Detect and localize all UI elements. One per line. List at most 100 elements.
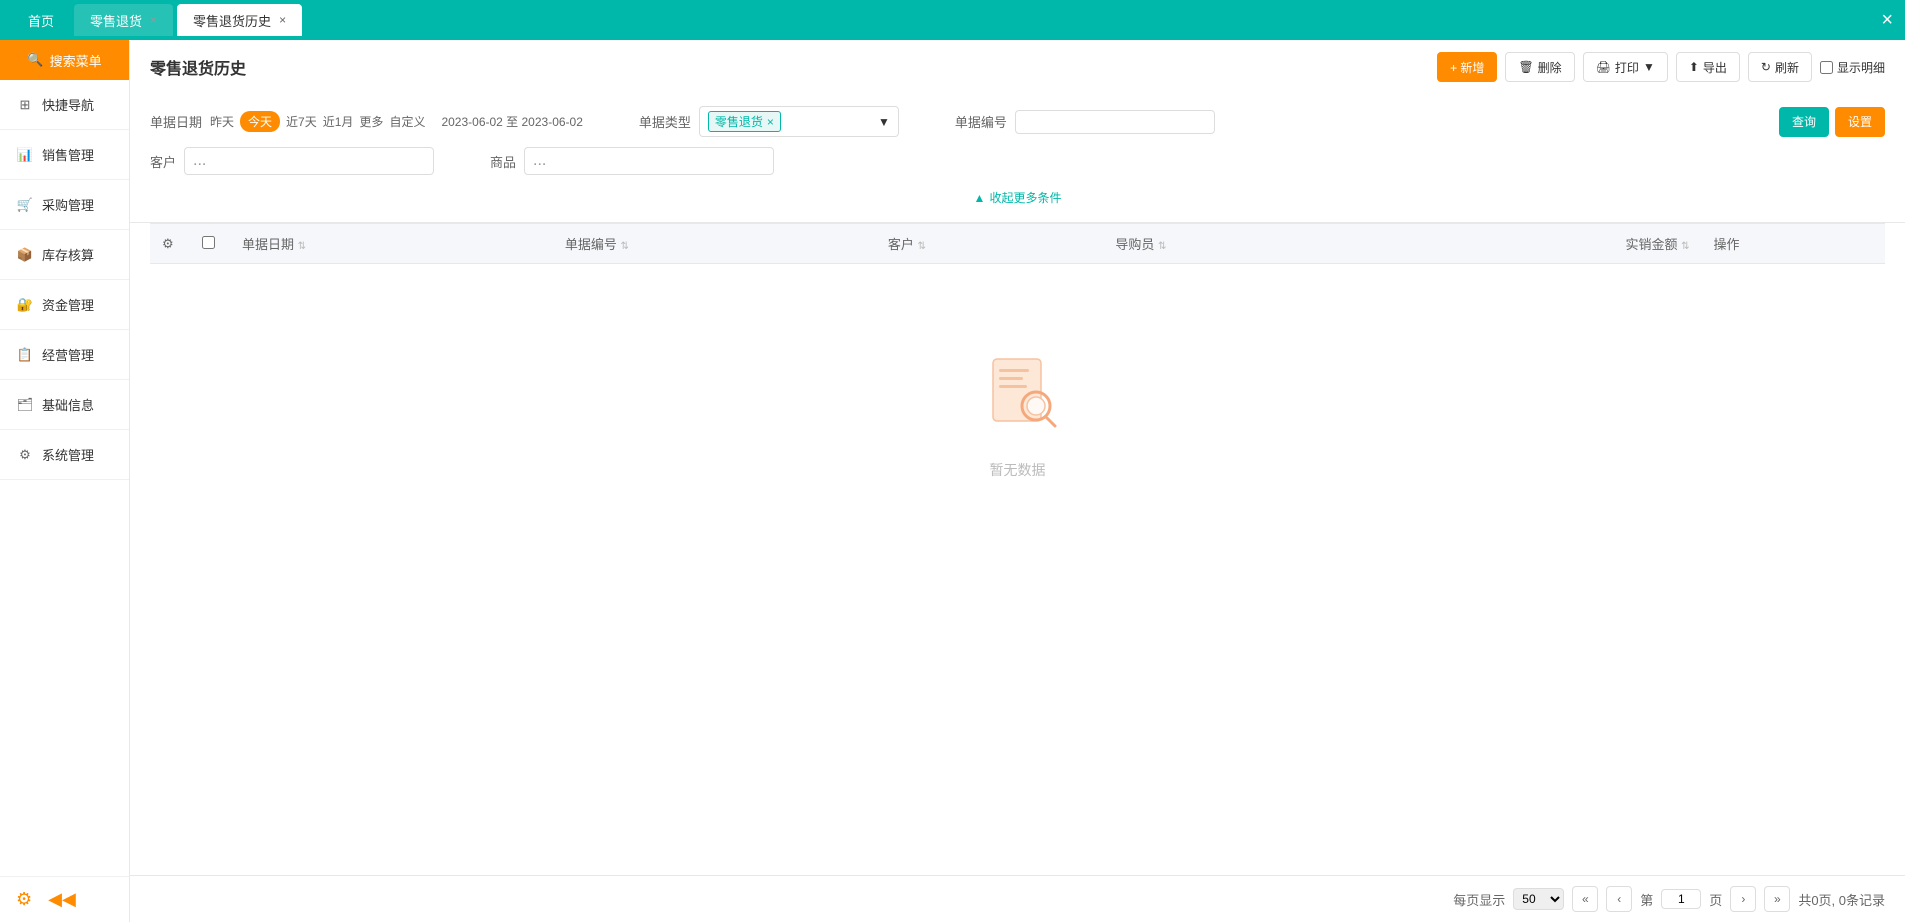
date-filter-label: 单据日期 [150, 112, 202, 131]
collapse-icon: ▲ [974, 191, 986, 205]
sidebar-item-purchase[interactable]: 🛒 采购管理 [0, 180, 129, 230]
tab-retail-return-close[interactable]: × [150, 13, 157, 27]
guide-sort-icon[interactable]: ⇅ [1158, 241, 1166, 252]
date-today[interactable]: 今天 [240, 111, 280, 132]
print-icon: 🖨 [1596, 60, 1611, 74]
empty-illustration [968, 344, 1068, 444]
goods-ellipsis: ... [533, 152, 546, 170]
finance-icon: 🔐 [16, 296, 34, 314]
display-detail-input[interactable] [1820, 61, 1833, 74]
tab-retail-return[interactable]: 零售退货 × [74, 4, 173, 36]
type-tag-label: 零售退货 [715, 113, 763, 130]
amount-sort-icon[interactable]: ⇅ [1681, 241, 1689, 252]
th-amount[interactable]: 实销金额 ⇅ [1379, 224, 1702, 264]
customer-ellipsis: ... [193, 152, 206, 170]
delete-icon: 🗑 [1518, 60, 1533, 74]
sidebar-item-quick-nav[interactable]: ⊞ 快捷导航 [0, 80, 129, 130]
sidebar-search[interactable]: 🔍 搜索菜单 [0, 40, 129, 80]
empty-state: 暂无数据 [150, 264, 1885, 560]
th-number[interactable]: 单据编号 ⇅ [553, 224, 876, 264]
delete-label: 删除 [1538, 59, 1562, 76]
type-tag-close[interactable]: × [767, 115, 774, 129]
goods-filter-select[interactable]: ... [524, 147, 774, 175]
sales-icon: 📊 [16, 146, 34, 164]
close-window-icon[interactable]: × [1881, 9, 1893, 32]
type-filter-select[interactable]: 零售退货 × ▼ [699, 106, 899, 137]
search-icon: 🔍 [27, 52, 43, 68]
page-title-row: 零售退货历史 + 新增 🗑 删除 🖨 打印 ▼ ⬆ 导出 [150, 52, 1885, 82]
date-sort-icon[interactable]: ⇅ [298, 241, 306, 252]
customer-filter-select[interactable]: ... [184, 147, 434, 175]
number-sort-icon[interactable]: ⇅ [621, 241, 629, 252]
th-number-label: 单据编号 [565, 237, 617, 252]
tab-retail-return-history-label: 零售退货历史 [193, 11, 271, 30]
print-button[interactable]: 🖨 打印 ▼ [1583, 52, 1668, 82]
sidebar-item-finance-label: 资金管理 [42, 295, 94, 314]
collapse-label: 收起更多条件 [989, 189, 1061, 206]
th-settings[interactable]: ⚙ [150, 224, 190, 264]
sidebar-item-inventory-label: 库存核算 [42, 245, 94, 264]
number-filter-input[interactable] [1015, 110, 1215, 134]
sidebar-item-operation[interactable]: 📋 经营管理 [0, 330, 129, 380]
export-label: 导出 [1703, 59, 1727, 76]
sidebar-item-inventory[interactable]: 📦 库存核算 [0, 230, 129, 280]
th-customer[interactable]: 客户 ⇅ [876, 224, 1104, 264]
page-size-select[interactable]: 50 100 200 [1513, 888, 1564, 910]
sidebar-item-operation-label: 经营管理 [42, 345, 94, 364]
next-page-button[interactable]: › [1730, 886, 1756, 912]
select-all-checkbox[interactable] [202, 236, 215, 249]
display-detail-checkbox[interactable]: 显示明细 [1820, 59, 1885, 76]
th-guide-label: 导购员 [1115, 237, 1154, 252]
date-1month[interactable]: 近1月 [323, 113, 354, 130]
column-settings-icon[interactable]: ⚙ [162, 236, 174, 251]
date-yesterday[interactable]: 昨天 [210, 113, 234, 130]
purchase-icon: 🛒 [16, 196, 34, 214]
page-header: 零售退货历史 + 新增 🗑 删除 🖨 打印 ▼ ⬆ 导出 [130, 40, 1905, 223]
last-page-button[interactable]: » [1764, 886, 1790, 912]
sidebar-item-finance[interactable]: 🔐 资金管理 [0, 280, 129, 330]
type-filter-item: 单据类型 零售退货 × ▼ [639, 106, 899, 137]
customer-sort-icon[interactable]: ⇅ [917, 241, 925, 252]
goods-filter-item: 商品 ... [490, 147, 774, 175]
type-filter-label: 单据类型 [639, 112, 691, 131]
data-table: ⚙ 单据日期 ⇅ 单据编号 ⇅ [150, 223, 1885, 560]
customer-filter-label: 客户 [150, 152, 176, 171]
date-custom[interactable]: 自定义 [389, 113, 425, 130]
date-7days[interactable]: 近7天 [286, 113, 317, 130]
tab-bar: 首页 零售退货 × 零售退货历史 × [12, 4, 1881, 36]
prev-page-button[interactable]: ‹ [1606, 886, 1632, 912]
sidebar-item-system[interactable]: ⚙ 系统管理 [0, 430, 129, 480]
collapse-button[interactable]: ▲ 收起更多条件 [966, 185, 1070, 210]
new-button[interactable]: + 新增 [1437, 52, 1497, 82]
first-page-button[interactable]: « [1572, 886, 1598, 912]
th-date[interactable]: 单据日期 ⇅ [230, 224, 553, 264]
setting-button[interactable]: 设置 [1835, 107, 1885, 137]
th-checkbox[interactable] [190, 224, 230, 264]
th-amount-label: 实销金额 [1625, 237, 1677, 252]
settings-bottom-icon[interactable]: ⚙ [16, 889, 32, 910]
refresh-button[interactable]: ↻ 刷新 [1748, 52, 1812, 82]
sidebar-item-basic-info[interactable]: 🗂 基础信息 [0, 380, 129, 430]
th-guide[interactable]: 导购员 ⇅ [1103, 224, 1378, 264]
mute-bottom-icon[interactable]: ◀◀ [48, 889, 76, 910]
sidebar-search-label: 搜索菜单 [50, 51, 102, 70]
content-area: 零售退货历史 + 新增 🗑 删除 🖨 打印 ▼ ⬆ 导出 [130, 40, 1905, 922]
filter-row-1: 单据日期 昨天 今天 近7天 近1月 更多 自定义 2023-06-02 至 2… [150, 106, 1885, 137]
top-nav: 首页 零售退货 × 零售退货历史 × × [0, 0, 1905, 40]
operation-icon: 📋 [16, 346, 34, 364]
query-button[interactable]: 查询 [1779, 107, 1829, 137]
sidebar-item-sales[interactable]: 📊 销售管理 [0, 130, 129, 180]
tab-retail-return-history[interactable]: 零售退货历史 × [177, 4, 302, 36]
delete-button[interactable]: 🗑 删除 [1505, 52, 1574, 82]
action-buttons: 查询 设置 [1779, 107, 1885, 137]
goods-filter-label: 商品 [490, 152, 516, 171]
tab-home[interactable]: 首页 [12, 4, 70, 36]
th-customer-label: 客户 [888, 237, 914, 252]
page-number-input[interactable] [1661, 889, 1701, 909]
date-range-display: 2023-06-02 至 2023-06-02 [441, 113, 582, 130]
export-button[interactable]: ⬆ 导出 [1676, 52, 1740, 82]
tab-retail-return-history-close[interactable]: × [279, 13, 286, 27]
customer-filter-item: 客户 ... [150, 147, 434, 175]
date-more[interactable]: 更多 [359, 113, 383, 130]
filter-area: 单据日期 昨天 今天 近7天 近1月 更多 自定义 2023-06-02 至 2… [150, 94, 1885, 222]
